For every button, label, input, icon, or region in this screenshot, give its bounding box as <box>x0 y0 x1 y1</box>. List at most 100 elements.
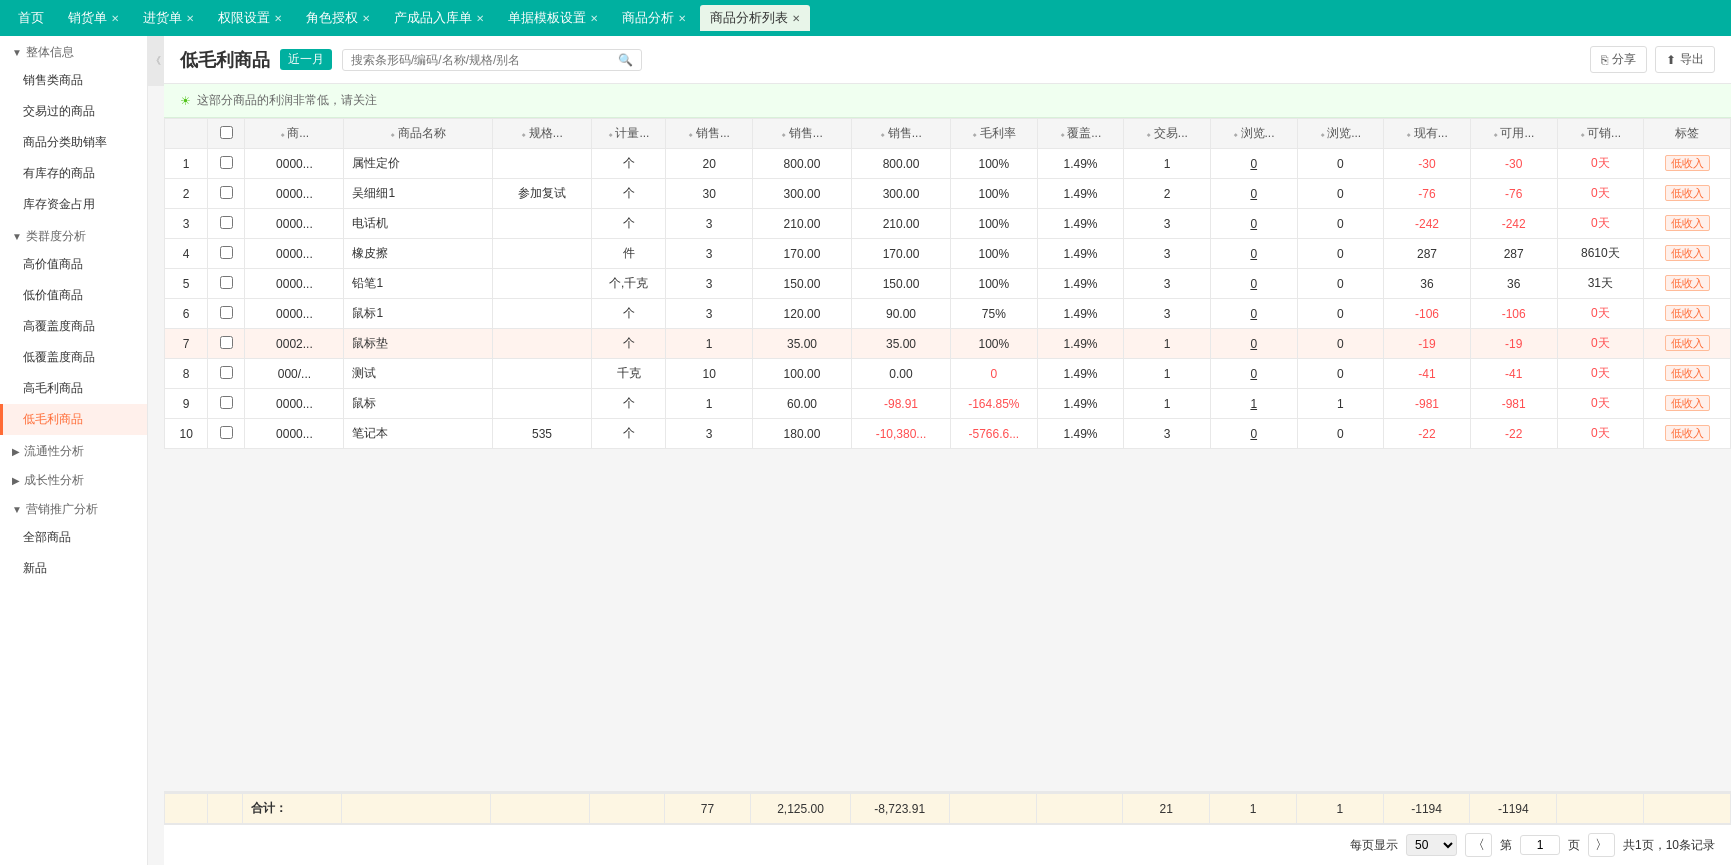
th-browse2[interactable]: 浏览... <box>1297 119 1384 149</box>
browse1-link[interactable]: 1 <box>1250 397 1257 411</box>
th-current-stock[interactable]: 现有... <box>1384 119 1471 149</box>
select-all-checkbox[interactable] <box>220 126 233 139</box>
browse1-link[interactable]: 0 <box>1250 337 1257 351</box>
cell-browse1[interactable]: 0 <box>1210 209 1297 239</box>
nav-template-settings[interactable]: 单据模板设置 ✕ <box>498 5 608 31</box>
th-sellable[interactable]: 可销... <box>1557 119 1644 149</box>
th-spec[interactable]: 规格... <box>493 119 592 149</box>
browse1-link[interactable]: 0 <box>1250 277 1257 291</box>
row-checkbox[interactable] <box>220 186 233 199</box>
sidebar-group-cluster[interactable]: ▼ 类群度分析 <box>0 220 147 249</box>
cell-check[interactable] <box>208 419 245 449</box>
search-input[interactable] <box>351 53 618 67</box>
nav-close-purchase[interactable]: ✕ <box>186 13 194 24</box>
cell-browse1[interactable]: 0 <box>1210 149 1297 179</box>
browse1-link[interactable]: 0 <box>1250 307 1257 321</box>
cell-name[interactable]: 鼠标 <box>344 389 493 419</box>
search-icon[interactable]: 🔍 <box>618 53 633 67</box>
cell-check[interactable] <box>208 269 245 299</box>
nav-close-role[interactable]: ✕ <box>362 13 370 24</box>
cell-name[interactable]: 铅笔1 <box>344 269 493 299</box>
sidebar-group-marketing[interactable]: ▼ 营销推广分析 <box>0 493 147 522</box>
search-box[interactable]: 🔍 <box>342 49 642 71</box>
browse1-link[interactable]: 0 <box>1250 247 1257 261</box>
sidebar-item-new-goods[interactable]: 新品 <box>0 553 147 584</box>
row-checkbox[interactable] <box>220 156 233 169</box>
sidebar-item-stocked-goods[interactable]: 有库存的商品 <box>0 158 147 189</box>
browse1-link[interactable]: 0 <box>1250 367 1257 381</box>
th-gross-margin[interactable]: 毛利率 <box>951 119 1038 149</box>
nav-product-warehouse[interactable]: 产成品入库单 ✕ <box>384 5 494 31</box>
date-tag[interactable]: 近一月 <box>280 49 332 70</box>
nav-role-auth[interactable]: 角色授权 ✕ <box>296 5 380 31</box>
cell-check[interactable] <box>208 149 245 179</box>
nav-close-warehouse[interactable]: ✕ <box>476 13 484 24</box>
cell-check[interactable] <box>208 209 245 239</box>
th-unit[interactable]: 计量... <box>592 119 666 149</box>
sidebar-item-high-margin[interactable]: 高毛利商品 <box>0 373 147 404</box>
next-page-button[interactable]: 〉 <box>1588 833 1615 857</box>
cell-name[interactable]: 橡皮擦 <box>344 239 493 269</box>
nav-close-sales[interactable]: ✕ <box>111 13 119 24</box>
export-button[interactable]: ⬆ 导出 <box>1655 46 1715 73</box>
th-sale-price[interactable]: 销售... <box>752 119 851 149</box>
sidebar-item-high-coverage[interactable]: 高覆盖度商品 <box>0 311 147 342</box>
cell-name[interactable]: 属性定价 <box>344 149 493 179</box>
cell-name[interactable]: 鼠标垫 <box>344 329 493 359</box>
browse1-link[interactable]: 0 <box>1250 157 1257 171</box>
row-checkbox[interactable] <box>220 246 233 259</box>
share-button[interactable]: ⎘ 分享 <box>1590 46 1647 73</box>
nav-product-analysis-list[interactable]: 商品分析列表 ✕ <box>700 5 810 31</box>
nav-close-list[interactable]: ✕ <box>792 13 800 24</box>
per-page-select[interactable]: 50 20 100 <box>1406 834 1457 856</box>
row-checkbox[interactable] <box>220 276 233 289</box>
th-trade[interactable]: 交易... <box>1124 119 1211 149</box>
browse1-link[interactable]: 0 <box>1250 427 1257 441</box>
sidebar-item-low-value[interactable]: 低价值商品 <box>0 280 147 311</box>
sidebar-group-flow[interactable]: ▶ 流通性分析 <box>0 435 147 464</box>
row-checkbox[interactable] <box>220 426 233 439</box>
nav-close-permission[interactable]: ✕ <box>274 13 282 24</box>
cell-check[interactable] <box>208 389 245 419</box>
cell-name[interactable]: 测试 <box>344 359 493 389</box>
nav-close-analysis[interactable]: ✕ <box>678 13 686 24</box>
sidebar-collapse-button[interactable]: 《 <box>148 36 164 86</box>
sidebar-item-high-value[interactable]: 高价值商品 <box>0 249 147 280</box>
cell-name[interactable]: 笔记本 <box>344 419 493 449</box>
row-checkbox[interactable] <box>220 216 233 229</box>
sidebar-item-all-goods[interactable]: 全部商品 <box>0 522 147 553</box>
nav-purchase-order[interactable]: 进货单 ✕ <box>133 5 204 31</box>
browse1-link[interactable]: 0 <box>1250 217 1257 231</box>
sidebar-item-sales-goods[interactable]: 销售类商品 <box>0 65 147 96</box>
nav-permission-settings[interactable]: 权限设置 ✕ <box>208 5 292 31</box>
sidebar-item-traded-goods[interactable]: 交易过的商品 <box>0 96 147 127</box>
cell-check[interactable] <box>208 299 245 329</box>
cell-browse1[interactable]: 1 <box>1210 389 1297 419</box>
browse1-link[interactable]: 0 <box>1250 187 1257 201</box>
cell-browse1[interactable]: 0 <box>1210 299 1297 329</box>
sidebar-item-category-rate[interactable]: 商品分类助销率 <box>0 127 147 158</box>
row-checkbox[interactable] <box>220 336 233 349</box>
sidebar-item-capital-use[interactable]: 库存资金占用 <box>0 189 147 220</box>
th-available[interactable]: 可用... <box>1470 119 1557 149</box>
sidebar-item-low-coverage[interactable]: 低覆盖度商品 <box>0 342 147 373</box>
nav-sales-order[interactable]: 销货单 ✕ <box>58 5 129 31</box>
nav-close-template[interactable]: ✕ <box>590 13 598 24</box>
row-checkbox[interactable] <box>220 306 233 319</box>
page-number-input[interactable] <box>1520 835 1560 855</box>
cell-browse1[interactable]: 0 <box>1210 269 1297 299</box>
row-checkbox[interactable] <box>220 366 233 379</box>
th-name[interactable]: 商品名称 <box>344 119 493 149</box>
cell-browse1[interactable]: 0 <box>1210 239 1297 269</box>
cell-name[interactable]: 吴细细1 <box>344 179 493 209</box>
th-coverage[interactable]: 覆盖... <box>1037 119 1124 149</box>
cell-check[interactable] <box>208 329 245 359</box>
cell-check[interactable] <box>208 179 245 209</box>
cell-check[interactable] <box>208 239 245 269</box>
th-browse1[interactable]: 浏览... <box>1210 119 1297 149</box>
cell-browse1[interactable]: 0 <box>1210 179 1297 209</box>
th-sale-profit[interactable]: 销售... <box>851 119 950 149</box>
cell-name[interactable]: 电话机 <box>344 209 493 239</box>
cell-check[interactable] <box>208 359 245 389</box>
cell-name[interactable]: 鼠标1 <box>344 299 493 329</box>
